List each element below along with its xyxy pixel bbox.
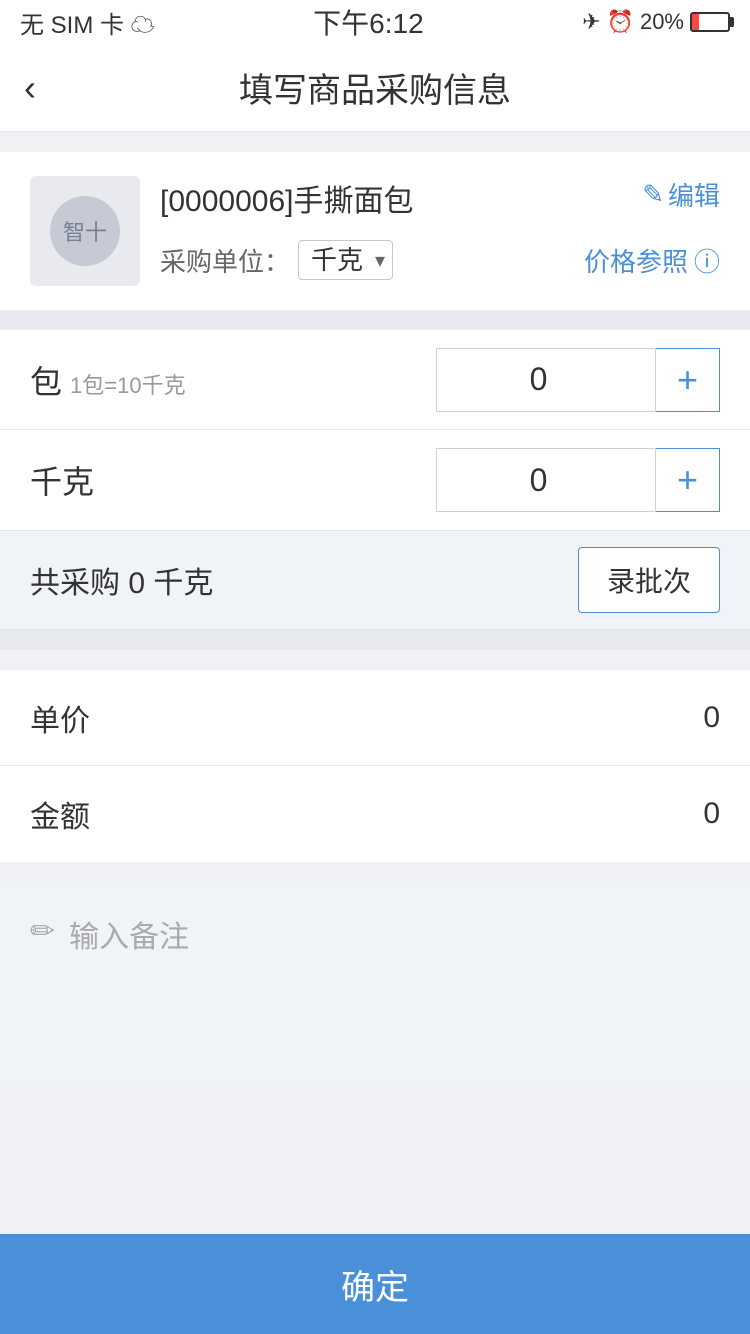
notes-section[interactable]: ✏ 输入备注 <box>0 882 750 1082</box>
unit-label: 采购单位： <box>160 242 290 279</box>
bag-label: 包 <box>30 357 62 403</box>
status-left: 无 SIM 卡 ☁ <box>20 5 155 40</box>
bag-input-row: 包 1包=10千克 + <box>0 330 750 430</box>
status-time: 下午6:12 <box>313 2 424 42</box>
alarm-icon: ⏰ <box>607 9 634 35</box>
notes-placeholder: 输入备注 <box>69 912 189 956</box>
product-logo: 智十 <box>50 196 120 266</box>
location-icon: ✈ <box>582 9 600 35</box>
amount-label: 金额 <box>30 792 90 836</box>
confirm-button[interactable]: 确定 <box>0 1234 750 1334</box>
sim-status: 无 SIM 卡 ☁ <box>20 5 155 40</box>
bag-input-controls: + <box>436 348 720 412</box>
amount-row: 金额 0 <box>0 766 750 862</box>
kg-plus-button[interactable]: + <box>656 448 720 512</box>
summary-text: 共采购 0 千克 <box>30 558 213 602</box>
amount-value: 0 <box>703 797 720 831</box>
unit-select-input[interactable]: 千克 包 件 <box>298 240 393 280</box>
back-icon: ‹ <box>24 67 36 109</box>
product-logo-text: 智十 <box>63 215 107 247</box>
bag-quantity-input[interactable] <box>436 348 656 412</box>
batch-button[interactable]: 录批次 <box>578 547 720 613</box>
product-unit-row: 采购单位： 千克 包 件 价格参照 ⓘ <box>160 240 720 280</box>
product-card: 智十 [0000006]手撕面包 ✎ 编辑 采购单位： 千克 包 件 <box>0 152 750 310</box>
pencil-icon: ✏ <box>30 914 55 949</box>
battery-icon <box>690 12 730 32</box>
price-ref-label: 价格参照 <box>584 242 688 279</box>
kg-quantity-input[interactable] <box>436 448 656 512</box>
kg-label-group: 千克 <box>30 457 94 503</box>
question-icon: ⓘ <box>694 242 720 279</box>
back-button[interactable]: ‹ <box>24 67 36 109</box>
price-reference-button[interactable]: 价格参照 ⓘ <box>584 242 720 279</box>
kg-input-controls: + <box>436 448 720 512</box>
battery-text: 20% <box>640 9 684 35</box>
status-right: ✈ ⏰ 20% <box>582 9 730 35</box>
edit-icon: ✎ <box>642 179 664 210</box>
product-thumbnail: 智十 <box>30 176 140 286</box>
product-name: [0000006]手撕面包 <box>160 176 413 220</box>
quantity-input-section: 包 1包=10千克 + 千克 + <box>0 330 750 530</box>
section-divider-2 <box>0 630 750 650</box>
edit-button[interactable]: ✎ 编辑 <box>642 176 720 213</box>
bag-sub: 1包=10千克 <box>70 368 186 400</box>
price-row: 单价 0 <box>0 670 750 766</box>
summary-row: 共采购 0 千克 录批次 <box>0 530 750 630</box>
bag-label-group: 包 1包=10千克 <box>30 357 186 403</box>
bag-plus-button[interactable]: + <box>656 348 720 412</box>
page-title: 填写商品采购信息 <box>239 63 511 112</box>
product-name-row: [0000006]手撕面包 ✎ 编辑 <box>160 176 720 220</box>
product-info: [0000006]手撕面包 ✎ 编辑 采购单位： 千克 包 件 价格参照 ⓘ <box>160 176 720 280</box>
detail-section: 单价 0 金额 0 <box>0 670 750 862</box>
kg-label: 千克 <box>30 457 94 503</box>
nav-bar: ‹ 填写商品采购信息 <box>0 44 750 132</box>
kg-input-row: 千克 + <box>0 430 750 530</box>
section-divider-1 <box>0 310 750 330</box>
status-bar: 无 SIM 卡 ☁ 下午6:12 ✈ ⏰ 20% <box>0 0 750 44</box>
unit-selector[interactable]: 千克 包 件 <box>298 240 393 280</box>
edit-label: 编辑 <box>668 176 720 213</box>
price-label: 单价 <box>30 696 90 740</box>
price-value: 0 <box>703 701 720 735</box>
bottom-spacer <box>0 1082 750 1182</box>
